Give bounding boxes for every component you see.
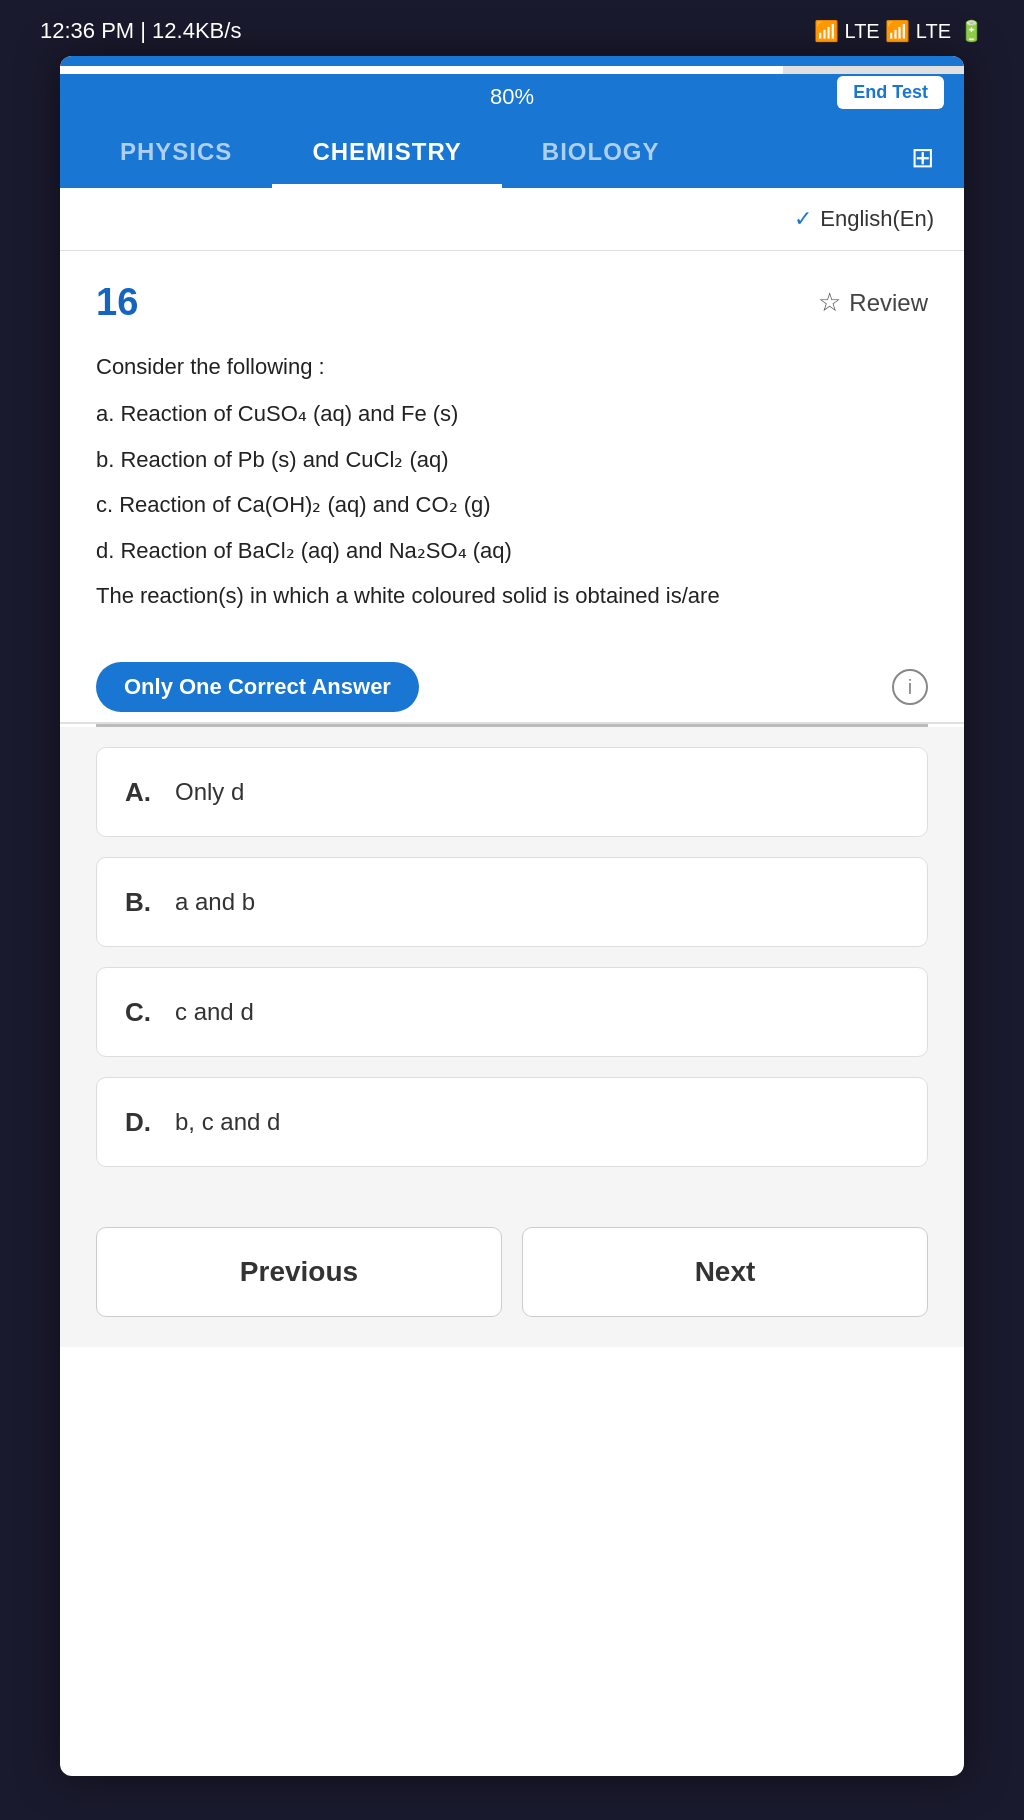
tab-biology[interactable]: BIOLOGY	[502, 120, 700, 188]
progress-row	[60, 66, 964, 74]
status-network: 📶 LTE 📶 LTE 🔋	[814, 19, 984, 43]
progress-bar-fill	[60, 66, 783, 74]
reaction-a: a. Reaction of CuSO₄ (aq) and Fe (s)	[96, 395, 928, 432]
navigation-buttons: Previous Next	[60, 1207, 964, 1347]
progress-area: 80% End Test	[60, 56, 964, 120]
option-d[interactable]: D. b, c and d	[96, 1077, 928, 1167]
progress-label: 80%	[490, 78, 534, 112]
reaction-d: d. Reaction of BaCl₂ (aq) and Na₂SO₄ (aq…	[96, 532, 928, 569]
reaction-b: b. Reaction of Pb (s) and CuCl₂ (aq)	[96, 441, 928, 478]
question-closing: The reaction(s) in which a white coloure…	[96, 577, 928, 614]
option-c[interactable]: C. c and d	[96, 967, 928, 1057]
language-selector[interactable]: ✓ English(En)	[794, 206, 934, 232]
option-d-text: b, c and d	[175, 1108, 280, 1136]
question-area: 16 ☆ Review Consider the following : a. …	[60, 251, 964, 644]
phone-body: 80% End Test PHYSICS CHEMISTRY BIOLOGY ⊞…	[60, 56, 964, 1776]
option-d-letter: D.	[125, 1107, 175, 1138]
question-text: Consider the following : a. Reaction of …	[96, 348, 928, 614]
previous-button[interactable]: Previous	[96, 1227, 502, 1317]
question-number: 16	[96, 281, 138, 324]
star-icon: ☆	[818, 287, 841, 318]
options-area: A. Only d B. a and b C. c and d D. b, c …	[60, 727, 964, 1207]
signal-icon: 📶 LTE 📶 LTE	[814, 19, 951, 43]
language-bar: ✓ English(En)	[60, 188, 964, 251]
checkmark-icon: ✓	[794, 206, 812, 232]
option-b-letter: B.	[125, 887, 175, 918]
language-label: English(En)	[820, 206, 934, 232]
status-time: 12:36 PM | 12.4KB/s	[40, 18, 241, 44]
grid-icon[interactable]: ⊞	[901, 127, 944, 188]
option-b-text: a and b	[175, 888, 255, 916]
answer-type-badge: Only One Correct Answer	[96, 662, 419, 712]
next-button[interactable]: Next	[522, 1227, 928, 1317]
option-a[interactable]: A. Only d	[96, 747, 928, 837]
review-label: Review	[849, 289, 928, 317]
review-button[interactable]: ☆ Review	[818, 287, 928, 318]
question-intro: Consider the following :	[96, 348, 928, 385]
tab-chemistry[interactable]: CHEMISTRY	[272, 120, 501, 188]
tab-physics[interactable]: PHYSICS	[80, 120, 272, 188]
option-c-letter: C.	[125, 997, 175, 1028]
battery-icon: 🔋	[959, 19, 984, 43]
option-a-letter: A.	[125, 777, 175, 808]
progress-bar-container	[60, 66, 964, 74]
end-test-button[interactable]: End Test	[837, 76, 944, 109]
info-icon[interactable]: i	[892, 669, 928, 705]
option-b[interactable]: B. a and b	[96, 857, 928, 947]
badge-row: Only One Correct Answer i	[60, 644, 964, 724]
option-c-text: c and d	[175, 998, 254, 1026]
status-bar: 12:36 PM | 12.4KB/s 📶 LTE 📶 LTE 🔋	[0, 0, 1024, 56]
tabs-bar: PHYSICS CHEMISTRY BIOLOGY ⊞	[60, 120, 964, 188]
option-a-text: Only d	[175, 778, 244, 806]
question-header: 16 ☆ Review	[96, 281, 928, 324]
reaction-c: c. Reaction of Ca(OH)₂ (aq) and CO₂ (g)	[96, 486, 928, 523]
